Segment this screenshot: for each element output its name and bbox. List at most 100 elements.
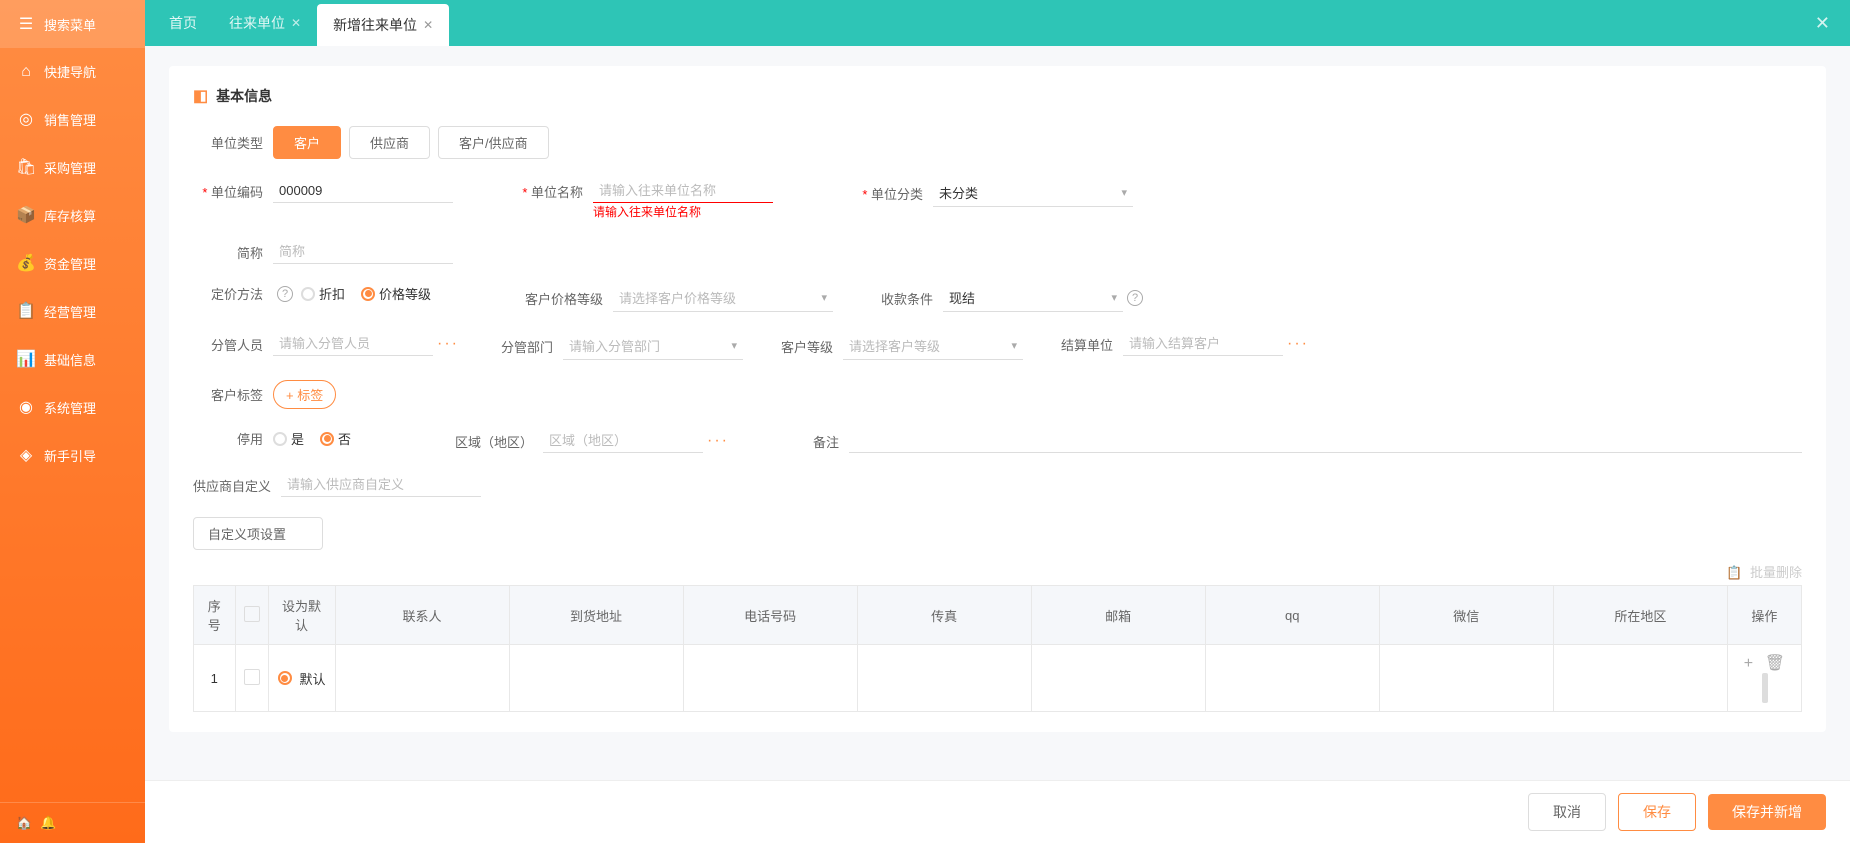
settlement-input[interactable] — [1123, 332, 1283, 356]
cell-wechat[interactable] — [1379, 645, 1553, 712]
cancel-button[interactable]: 取消 — [1528, 793, 1606, 831]
cell-email[interactable] — [1031, 645, 1205, 712]
notification-icon[interactable]: 🔔 — [40, 815, 56, 831]
unit-code-input[interactable] — [273, 179, 453, 203]
cell-address[interactable] — [509, 645, 683, 712]
pricing-help-icon[interactable]: ? — [277, 286, 293, 302]
type-btn-both[interactable]: 客户/供应商 — [438, 126, 549, 159]
suspend-radio-group: 是 否 — [273, 429, 351, 448]
sidebar-item-sales[interactable]: ◎ 销售管理 — [0, 95, 145, 143]
cell-contact[interactable] — [335, 645, 509, 712]
payment-terms-help-icon[interactable]: ? — [1127, 290, 1143, 306]
window-close-button[interactable]: ✕ — [1803, 13, 1842, 34]
contact-input[interactable] — [344, 671, 501, 686]
radio-suspend-no[interactable]: 否 — [320, 429, 351, 448]
sidebar-bottom: 🏠 🔔 — [0, 802, 145, 843]
add-row-button[interactable]: + — [1740, 655, 1757, 672]
address-input[interactable] — [518, 671, 675, 686]
add-tag-button[interactable]: + 标签 — [273, 380, 336, 409]
radio-price-level[interactable]: 价格等级 — [361, 284, 431, 303]
sidebar-item-search[interactable]: ☰ 搜索菜单 — [0, 0, 145, 48]
dept-select[interactable]: 请输入分管部门 ▾ — [563, 332, 743, 360]
phone-input[interactable] — [692, 671, 849, 686]
type-btn-supplier[interactable]: 供应商 — [349, 126, 430, 159]
tab-home[interactable]: 首页 — [153, 0, 213, 46]
customer-level-label: 客户等级 — [763, 337, 843, 356]
sidebar-item-finance[interactable]: 💰 资金管理 — [0, 239, 145, 287]
qq-input[interactable] — [1214, 671, 1371, 686]
remark-label: 备注 — [769, 432, 849, 451]
select-all-checkbox[interactable] — [244, 606, 260, 622]
batch-delete-label[interactable]: 批量删除 — [1750, 565, 1802, 580]
unit-category-select[interactable]: 未分类 ▾ — [933, 179, 1133, 207]
drag-handle[interactable] — [1762, 673, 1768, 703]
default-radio-circle — [278, 671, 292, 685]
radio-discount[interactable]: 折扣 — [301, 284, 345, 303]
unit-category-arrow-icon: ▾ — [1121, 186, 1127, 199]
col-qq: qq — [1205, 586, 1379, 645]
manager-input[interactable] — [273, 332, 433, 356]
operations-icon: 📋 — [16, 301, 36, 321]
dept-arrow-icon: ▾ — [731, 339, 737, 352]
sidebar-item-label: 快捷导航 — [44, 62, 96, 81]
unit-category-label: 单位分类 — [853, 184, 933, 203]
customer-level-field: 客户等级 请选择客户等级 ▾ — [763, 332, 1023, 360]
col-contact: 联系人 — [335, 586, 509, 645]
contact-table: 序号 设为默认 联系人 到货地址 电话号码 传真 邮箱 qq 微信 所在地区 操… — [193, 585, 1802, 712]
cell-qq[interactable] — [1205, 645, 1379, 712]
region-input[interactable] — [543, 429, 703, 453]
radio-price-level-label: 价格等级 — [379, 284, 431, 303]
customer-price-placeholder: 请选择客户价格等级 — [619, 288, 821, 307]
default-radio[interactable]: 默认 — [277, 669, 327, 688]
radio-no-label: 否 — [338, 429, 351, 448]
region-more-icon[interactable]: ··· — [707, 432, 729, 450]
home-bottom-icon[interactable]: 🏠 — [16, 815, 32, 831]
manager-more-icon[interactable]: ··· — [437, 335, 459, 353]
payment-terms-select[interactable]: 现结 ▾ — [943, 284, 1123, 312]
supplier-custom-input[interactable] — [281, 473, 481, 497]
system-icon: ◉ — [16, 397, 36, 417]
tab-counterparty[interactable]: 往来单位 ✕ — [213, 0, 317, 46]
batch-delete-area: 📋 批量删除 — [193, 562, 1802, 581]
sidebar-item-purchase[interactable]: 🛍 采购管理 — [0, 143, 145, 191]
row-checkbox[interactable] — [244, 669, 260, 685]
unit-code-label: 单位编码 — [193, 182, 273, 201]
col-action: 操作 — [1727, 586, 1801, 645]
short-name-input[interactable] — [273, 240, 453, 264]
sidebar-item-guide[interactable]: ◈ 新手引导 — [0, 431, 145, 479]
supplier-custom-row: 供应商自定义 — [193, 473, 1802, 497]
delete-row-button[interactable]: 🗑 — [1761, 655, 1789, 672]
email-input[interactable] — [1040, 671, 1197, 686]
sidebar-item-inventory[interactable]: 📦 库存核算 — [0, 191, 145, 239]
col-fax: 传真 — [857, 586, 1031, 645]
settlement-more-icon[interactable]: ··· — [1287, 335, 1309, 353]
custom-settings-button[interactable]: 自定义项设置 — [193, 517, 323, 550]
sidebar-item-basic-info[interactable]: 📊 基础信息 — [0, 335, 145, 383]
unit-name-input[interactable] — [593, 179, 773, 203]
radio-discount-label: 折扣 — [319, 284, 345, 303]
sidebar-item-label: 搜索菜单 — [44, 15, 96, 34]
remark-input[interactable] — [849, 429, 1802, 453]
save-and-new-button[interactable]: 保存并新增 — [1708, 794, 1826, 830]
tab-counterparty-close[interactable]: ✕ — [291, 16, 301, 30]
type-btn-customer[interactable]: 客户 — [273, 126, 341, 159]
sidebar-item-quick-nav[interactable]: ⌂ 快捷导航 — [0, 48, 145, 95]
cell-fax[interactable] — [857, 645, 1031, 712]
cell-region[interactable] — [1553, 645, 1727, 712]
table-region-input[interactable] — [1562, 671, 1719, 686]
customer-price-select[interactable]: 请选择客户价格等级 ▾ — [613, 284, 833, 312]
basic-info-section: ◧ 基本信息 单位类型 客户 供应商 客户/供应商 单位编码 — [169, 66, 1826, 732]
cell-phone[interactable] — [683, 645, 857, 712]
wechat-input[interactable] — [1388, 671, 1545, 686]
sidebar-item-operations[interactable]: 📋 经营管理 — [0, 287, 145, 335]
tab-new-counterparty-close[interactable]: ✕ — [423, 18, 433, 32]
sidebar-item-system[interactable]: ◉ 系统管理 — [0, 383, 145, 431]
tab-new-counterparty[interactable]: 新增往来单位 ✕ — [317, 4, 449, 46]
radio-suspend-yes[interactable]: 是 — [273, 429, 304, 448]
customer-level-select[interactable]: 请选择客户等级 ▾ — [843, 332, 1023, 360]
radio-yes-circle — [273, 432, 287, 446]
save-button[interactable]: 保存 — [1618, 793, 1696, 831]
fax-input[interactable] — [866, 671, 1023, 686]
unit-category-value: 未分类 — [939, 183, 1121, 202]
payment-terms-label: 收款条件 — [863, 289, 943, 308]
